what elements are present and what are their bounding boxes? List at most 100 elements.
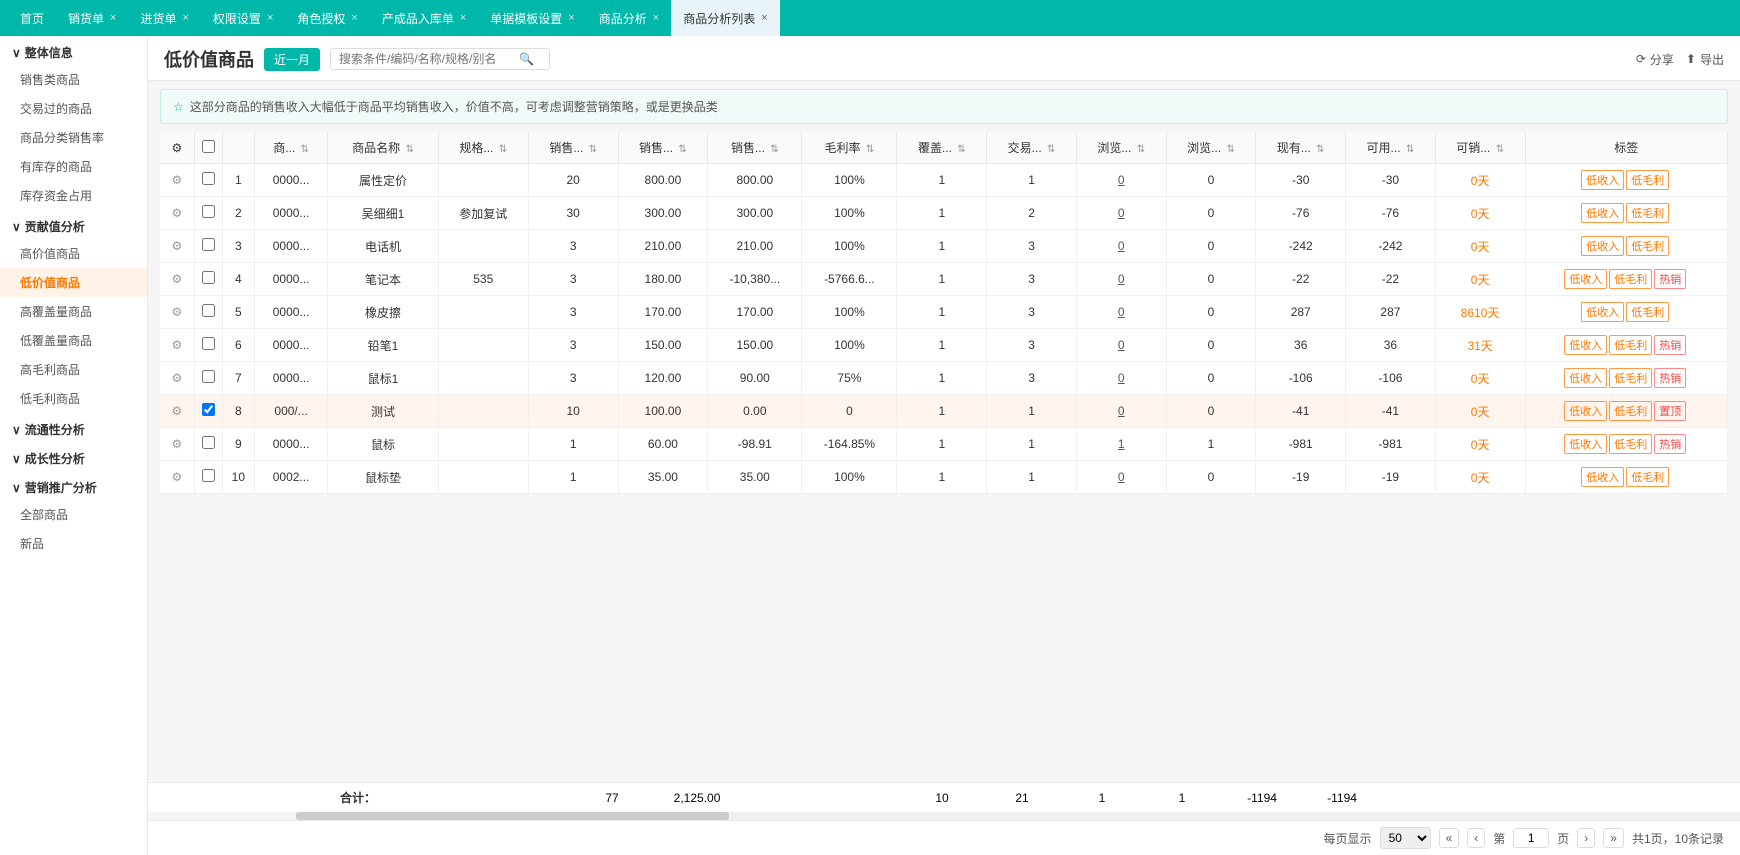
sidebar-item-sales-products[interactable]: 销售类商品: [0, 65, 147, 94]
sidebar-item-inventory-products[interactable]: 有库存的商品: [0, 152, 147, 181]
spec-col-header[interactable]: 规格... ⇅: [438, 132, 528, 164]
sidebar-item-traded-products[interactable]: 交易过的商品: [0, 94, 147, 123]
row-checkbox[interactable]: [202, 337, 215, 350]
row-checkbox[interactable]: [202, 469, 215, 482]
close-icon[interactable]: ×: [460, 12, 466, 24]
settings-cell[interactable]: ⚙: [160, 428, 194, 461]
browse1-col-header[interactable]: 浏览... ⇅: [1076, 132, 1166, 164]
page-size-select[interactable]: 50 20 100: [1380, 827, 1431, 849]
sidebar-item-high-coverage[interactable]: 高覆盖量商品: [0, 297, 147, 326]
row-browse1[interactable]: 0: [1076, 263, 1166, 296]
close-icon[interactable]: ×: [568, 12, 574, 24]
sidebar-item-low-margin[interactable]: 低毛利商品: [0, 384, 147, 413]
checkbox-cell[interactable]: [194, 329, 222, 362]
nav-home[interactable]: 首页: [8, 0, 56, 36]
nav-product-analysis-list[interactable]: 商品分析列表 ×: [671, 0, 779, 36]
saleable-col-header[interactable]: 可销... ⇅: [1435, 132, 1525, 164]
settings-col-header[interactable]: ⚙: [160, 132, 194, 164]
nav-roles[interactable]: 角色授权 ×: [285, 0, 369, 36]
row-browse1[interactable]: 0: [1076, 230, 1166, 263]
gross-margin-col-header[interactable]: 毛利率 ⇅: [802, 132, 897, 164]
export-button[interactable]: ⬆ 导出: [1686, 51, 1724, 68]
row-browse1[interactable]: 0: [1076, 461, 1166, 494]
browse2-col-header[interactable]: 浏览... ⇅: [1166, 132, 1256, 164]
page-input[interactable]: [1513, 828, 1549, 848]
row-browse1[interactable]: 0: [1076, 296, 1166, 329]
row-browse1[interactable]: 1: [1076, 428, 1166, 461]
checkbox-cell[interactable]: [194, 164, 222, 197]
next-page-button[interactable]: ›: [1577, 828, 1595, 848]
nav-purchase[interactable]: 进货单 ×: [128, 0, 200, 36]
sidebar-item-new-products[interactable]: 新品: [0, 529, 147, 558]
name-col-header[interactable]: 商品名称 ⇅: [328, 132, 438, 164]
code-col-header[interactable]: 商... ⇅: [254, 132, 327, 164]
settings-cell[interactable]: ⚙: [160, 197, 194, 230]
row-checkbox[interactable]: [202, 205, 215, 218]
row-checkbox[interactable]: [202, 238, 215, 251]
settings-cell[interactable]: ⚙: [160, 362, 194, 395]
search-icon[interactable]: 🔍: [519, 52, 534, 66]
sidebar-item-low-value[interactable]: 低价值商品: [0, 268, 147, 297]
row-checkbox[interactable]: [202, 403, 215, 416]
first-page-button[interactable]: «: [1439, 828, 1460, 848]
checkbox-cell[interactable]: [194, 362, 222, 395]
settings-cell[interactable]: ⚙: [160, 461, 194, 494]
sales-qty-col-header[interactable]: 销售... ⇅: [528, 132, 618, 164]
sidebar-item-high-value[interactable]: 高价值商品: [0, 239, 147, 268]
sidebar-item-inventory-capital[interactable]: 库存资金占用: [0, 181, 147, 210]
checkbox-cell[interactable]: [194, 263, 222, 296]
row-checkbox[interactable]: [202, 436, 215, 449]
checkbox-cell[interactable]: [194, 395, 222, 428]
close-icon[interactable]: ×: [182, 12, 188, 24]
row-browse1[interactable]: 0: [1076, 329, 1166, 362]
trade-col-header[interactable]: 交易... ⇅: [987, 132, 1077, 164]
nav-sales[interactable]: 销货单 ×: [56, 0, 128, 36]
nav-templates[interactable]: 单据模板设置 ×: [478, 0, 586, 36]
search-input[interactable]: [339, 52, 519, 66]
row-browse1[interactable]: 0: [1076, 197, 1166, 230]
row-checkbox[interactable]: [202, 304, 215, 317]
row-checkbox[interactable]: [202, 370, 215, 383]
checkbox-cell[interactable]: [194, 197, 222, 230]
available-col-header[interactable]: 可用... ⇅: [1346, 132, 1436, 164]
close-icon[interactable]: ×: [267, 12, 273, 24]
sidebar-item-category-sales-rate[interactable]: 商品分类销售率: [0, 123, 147, 152]
sidebar-item-low-coverage[interactable]: 低覆盖量商品: [0, 326, 147, 355]
row-browse1[interactable]: 0: [1076, 395, 1166, 428]
last-page-button[interactable]: »: [1603, 828, 1624, 848]
share-button[interactable]: ⟳ 分享: [1636, 51, 1674, 68]
row-browse1[interactable]: 0: [1076, 164, 1166, 197]
settings-cell[interactable]: ⚙: [160, 263, 194, 296]
close-icon[interactable]: ×: [351, 12, 357, 24]
nav-permissions[interactable]: 权限设置 ×: [201, 0, 285, 36]
checkbox-cell[interactable]: [194, 428, 222, 461]
sales-cost-col-header[interactable]: 销售... ⇅: [708, 132, 802, 164]
sales-amount-col-header[interactable]: 销售... ⇅: [618, 132, 708, 164]
settings-cell[interactable]: ⚙: [160, 164, 194, 197]
select-all-checkbox[interactable]: [202, 140, 215, 153]
settings-cell[interactable]: ⚙: [160, 230, 194, 263]
row-checkbox[interactable]: [202, 172, 215, 185]
settings-cell[interactable]: ⚙: [160, 329, 194, 362]
settings-cell[interactable]: ⚙: [160, 395, 194, 428]
checkbox-cell[interactable]: [194, 296, 222, 329]
coverage-col-header[interactable]: 覆盖... ⇅: [897, 132, 987, 164]
horizontal-scrollbar[interactable]: [296, 812, 1740, 820]
checkbox-cell[interactable]: [194, 461, 222, 494]
close-icon[interactable]: ×: [761, 12, 767, 24]
nav-product-analysis[interactable]: 商品分析 ×: [587, 0, 671, 36]
checkbox-col-header[interactable]: [194, 132, 222, 164]
table-container[interactable]: ⚙ 商... ⇅ 商品名称 ⇅ 规格... ⇅ 销售... ⇅ 销售... ⇅ …: [148, 132, 1740, 782]
row-checkbox[interactable]: [202, 271, 215, 284]
current-col-header[interactable]: 现有... ⇅: [1256, 132, 1346, 164]
sidebar-item-all-products[interactable]: 全部商品: [0, 500, 147, 529]
nav-inventory[interactable]: 产成品入库单 ×: [370, 0, 478, 36]
filter-button[interactable]: 近一月: [264, 48, 320, 71]
close-icon[interactable]: ×: [110, 12, 116, 24]
prev-page-button[interactable]: ‹: [1467, 828, 1485, 848]
close-icon[interactable]: ×: [653, 12, 659, 24]
sidebar-item-high-margin[interactable]: 高毛利商品: [0, 355, 147, 384]
settings-cell[interactable]: ⚙: [160, 296, 194, 329]
row-browse1[interactable]: 0: [1076, 362, 1166, 395]
checkbox-cell[interactable]: [194, 230, 222, 263]
